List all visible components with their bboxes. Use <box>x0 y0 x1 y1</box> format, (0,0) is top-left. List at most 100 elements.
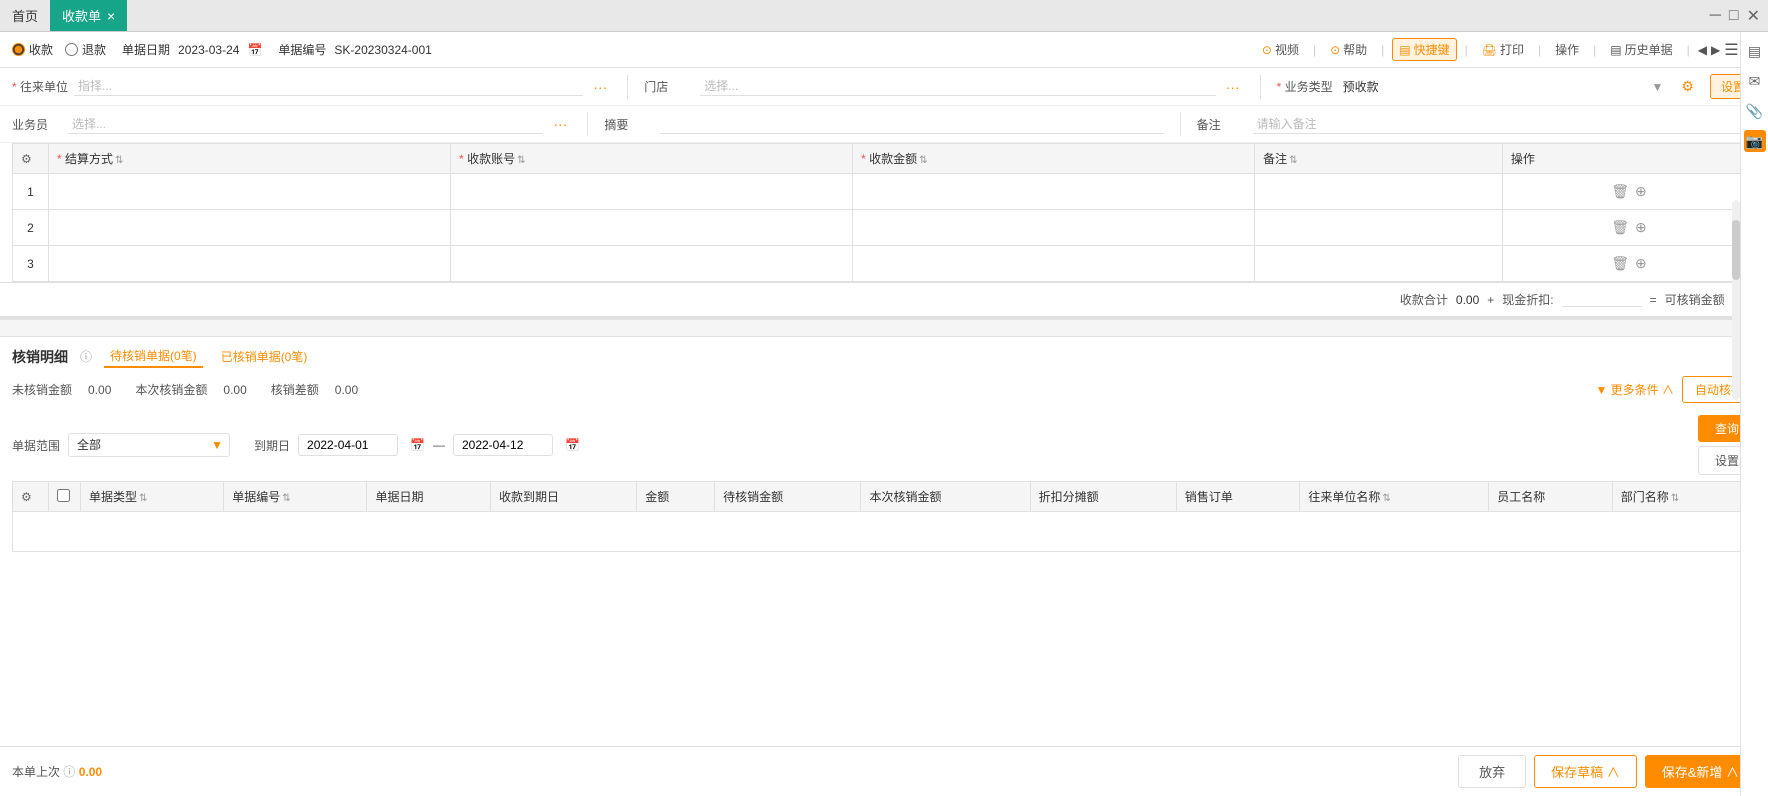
row-amount-1[interactable] <box>853 174 1255 210</box>
copy-icon-2[interactable]: ⊕ <box>1635 219 1647 236</box>
mode-refund-radio[interactable] <box>65 43 78 56</box>
summary-input[interactable] <box>660 115 1163 134</box>
row-settle-1[interactable] <box>49 174 451 210</box>
mode-receipt-radio[interactable] <box>12 43 25 56</box>
col-amount: 金额 <box>637 482 715 512</box>
operation-label: 操作 <box>1555 41 1579 58</box>
row-remark-3[interactable] <box>1255 246 1503 282</box>
row-settle-2[interactable] <box>49 210 451 246</box>
row-account-3[interactable] <box>451 246 853 282</box>
delete-icon-3[interactable]: 🗑 <box>1611 255 1629 272</box>
partner-more-icon[interactable]: ··· <box>589 79 611 95</box>
select-all-checkbox[interactable] <box>57 489 70 502</box>
staff-more-icon[interactable]: ··· <box>549 116 571 132</box>
help-btn[interactable]: ⊙ 帮助 <box>1324 39 1373 60</box>
draft-button[interactable]: 保存草稿 ∧ <box>1534 755 1637 788</box>
row-amount-2[interactable] <box>853 210 1255 246</box>
footer-info-icon: ⓘ <box>63 765 78 779</box>
list-view-icon[interactable]: ☰ <box>1724 40 1738 60</box>
history-btn[interactable]: ▤ 历史单据 <box>1604 39 1678 60</box>
partner-group: 往来单位 ··· <box>12 77 611 96</box>
date-to-input[interactable] <box>453 434 553 456</box>
abandon-button[interactable]: 放弃 <box>1458 755 1526 788</box>
copy-icon-3[interactable]: ⊕ <box>1635 255 1647 272</box>
diff-label: 核销差额 <box>271 381 319 398</box>
partner-input[interactable] <box>74 77 583 96</box>
print-btn[interactable]: 🖨 打印 <box>1476 39 1530 60</box>
row-settle-3[interactable] <box>49 246 451 282</box>
video-btn[interactable]: ⊙ 视频 <box>1256 39 1305 60</box>
shortcut-btn[interactable]: ▤ 快捷键 <box>1392 38 1456 61</box>
sidebar-email-icon[interactable]: ✉ <box>1744 70 1766 92</box>
sidebar-camera-icon[interactable]: 📷 <box>1744 130 1766 152</box>
row-index-1: 1 <box>13 174 49 210</box>
table-gear-icon[interactable]: ⚙ <box>21 152 32 166</box>
tab-receipt-close[interactable]: × <box>107 8 115 24</box>
total-label: 收款合计 <box>1400 291 1448 308</box>
nav-prev-icon[interactable]: ◀ <box>1698 43 1707 57</box>
row-remark-2[interactable] <box>1255 210 1503 246</box>
row-account-1[interactable] <box>451 174 853 210</box>
business-type-arrow[interactable]: ▼ <box>1652 80 1664 94</box>
discount-label: 现金折扣: <box>1502 291 1553 308</box>
business-type-value: 预收款 <box>1343 78 1379 95</box>
mode-refund[interactable]: 退款 <box>65 41 106 58</box>
form-number-group: 单据编号 SK-20230324-001 <box>278 41 431 58</box>
date-from-input[interactable] <box>298 434 398 456</box>
tab-bar: 首页 收款单 × ─ □ ✕ <box>0 0 1768 32</box>
tab-home[interactable]: 首页 <box>0 0 50 31</box>
remark-input[interactable] <box>1253 115 1756 134</box>
footer-actions: 放弃 保存草稿 ∧ 保存&新增 ∧ <box>1458 755 1756 788</box>
store-more-icon[interactable]: ··· <box>1222 79 1244 95</box>
sidebar-table-icon[interactable]: ▤ <box>1744 40 1766 62</box>
row-remark-1[interactable] <box>1255 174 1503 210</box>
print-icon: 🖨 <box>1482 43 1497 57</box>
reconcile-info-icon[interactable]: ⓘ <box>80 348 92 365</box>
col-dept-name: 部门名称⇅ <box>1612 482 1755 512</box>
maximize-icon[interactable]: □ <box>1729 7 1739 25</box>
discount-input[interactable] <box>1562 292 1642 307</box>
business-type-label: 业务类型 <box>1277 78 1333 95</box>
tab-pending[interactable]: 待核销单据(0笔) <box>104 345 203 368</box>
date-to-calendar-icon[interactable]: 📅 <box>565 438 580 452</box>
staff-group: 业务员 ··· <box>12 115 571 134</box>
nav-next-icon[interactable]: ▶ <box>1711 43 1720 57</box>
date-calendar-icon[interactable]: 📅 <box>247 43 262 57</box>
mode-radio-group: 收款 退款 <box>12 41 106 58</box>
store-input[interactable] <box>700 77 1215 96</box>
bottom-table-gear-icon[interactable]: ⚙ <box>21 490 32 504</box>
equals-sign: = <box>1650 293 1657 307</box>
operation-btn[interactable]: 操作 <box>1549 39 1585 60</box>
mode-receipt-label: 收款 <box>29 41 53 58</box>
tab-done[interactable]: 已核销单据(0笔) <box>215 346 314 367</box>
mode-receipt[interactable]: 收款 <box>12 41 53 58</box>
col-staff-name: 员工名称 <box>1489 482 1613 512</box>
delete-icon-2[interactable]: 🗑 <box>1611 219 1629 236</box>
staff-label: 业务员 <box>12 116 62 133</box>
business-type-group: 业务类型 预收款 ▼ ⚙ 设置 <box>1277 74 1756 99</box>
range-select[interactable]: 全部 销售订单 采购订单 <box>69 434 229 456</box>
store-group: 门店 ··· <box>644 77 1243 96</box>
delete-icon-1[interactable]: 🗑 <box>1611 183 1629 200</box>
tab-receipt-label: 收款单 <box>62 6 101 25</box>
main-table: ⚙ 结算方式⇅ 收款账号⇅ 收款金额⇅ 备注⇅ 操作 1 🗑⊕ <box>12 143 1756 282</box>
table-row: 2 🗑⊕ <box>13 210 1756 246</box>
col-amount: 收款金额⇅ <box>853 144 1255 174</box>
row-account-2[interactable] <box>451 210 853 246</box>
minimize-icon[interactable]: ─ <box>1710 7 1721 25</box>
tab-receipt[interactable]: 收款单 × <box>50 0 127 31</box>
sidebar-attachment-icon[interactable]: 📎 <box>1744 100 1766 122</box>
copy-icon-1[interactable]: ⊕ <box>1635 183 1647 200</box>
scroll-thumb[interactable] <box>1732 220 1740 280</box>
bottom-table: ⚙ 单据类型⇅ 单据编号⇅ 单据日期 收款到期日 金额 待核销金额 本次核销金额… <box>12 481 1756 552</box>
more-conditions-btn[interactable]: ▼ 更多条件 ∧ <box>1595 381 1674 398</box>
row-amount-3[interactable] <box>853 246 1255 282</box>
video-icon: ⊙ <box>1262 43 1272 57</box>
col-doc-type: 单据类型⇅ <box>81 482 224 512</box>
date-from-calendar-icon[interactable]: 📅 <box>410 438 425 452</box>
close-icon[interactable]: ✕ <box>1747 6 1760 26</box>
shortcut-icon: ▤ <box>1399 43 1410 57</box>
settings-icon[interactable]: ⚙ <box>1677 78 1698 95</box>
store-label: 门店 <box>644 78 694 95</box>
staff-input[interactable] <box>68 115 543 134</box>
